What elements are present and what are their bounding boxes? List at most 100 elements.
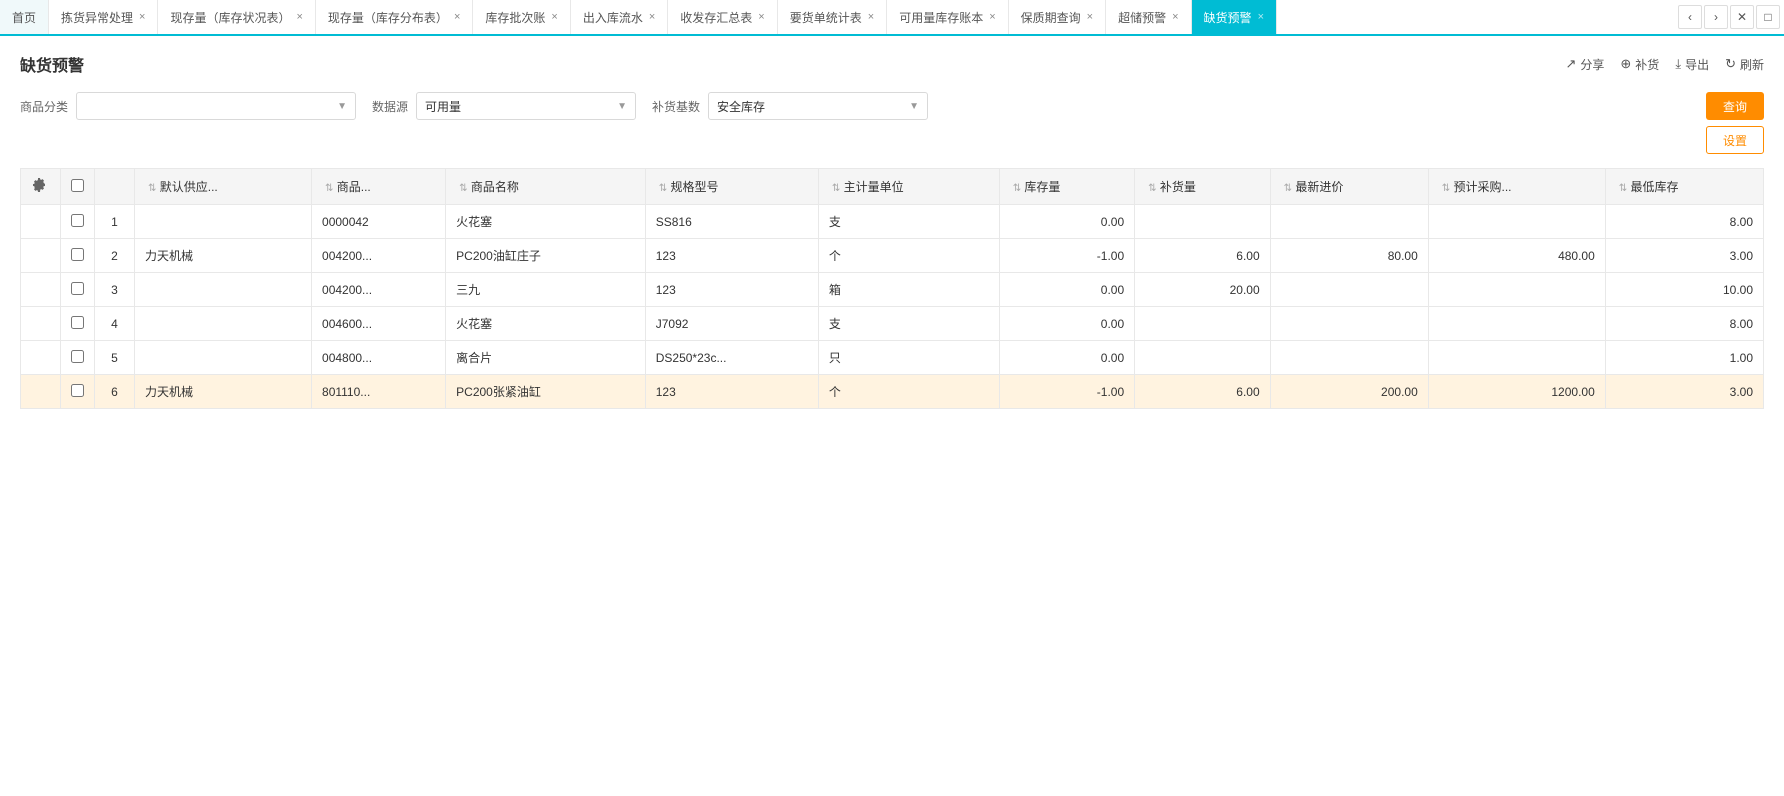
tab-expand-btn[interactable]: □ <box>1756 5 1780 29</box>
close-tab-10[interactable]: × <box>1172 11 1178 23</box>
close-tab-5[interactable]: × <box>649 11 655 23</box>
row-replenish-cell <box>1135 307 1270 341</box>
close-tab-2[interactable]: × <box>296 11 302 23</box>
select-all-checkbox[interactable] <box>71 179 84 192</box>
page-title: 缺货预警 <box>20 52 84 76</box>
refresh-button[interactable]: ↻ 刷新 <box>1725 56 1764 73</box>
row-latest-price-cell <box>1270 205 1428 239</box>
tab-batch-account[interactable]: 库存批次账 × <box>473 0 570 34</box>
row-latest-price-cell <box>1270 341 1428 375</box>
datasource-arrow-icon: ▼ <box>617 101 627 112</box>
tab-available-ledger[interactable]: 可用量库存账本 × <box>887 0 1008 34</box>
close-tab-4[interactable]: × <box>551 11 557 23</box>
tab-inventory-dist[interactable]: 现存量（库存分布表） × <box>316 0 473 34</box>
row-code-cell: 004800... <box>312 341 446 375</box>
close-tab-3[interactable]: × <box>454 11 460 23</box>
row-latest-price-cell: 80.00 <box>1270 239 1428 273</box>
query-button[interactable]: 查询 <box>1706 92 1764 120</box>
col-header-min-stock: ⇅ 最低库存 <box>1605 169 1763 205</box>
tab-shortage[interactable]: 缺货预警 × <box>1192 0 1277 34</box>
row-checkbox-2[interactable] <box>71 282 84 295</box>
share-button[interactable]: ↗ 分享 <box>1565 56 1604 73</box>
settings-button[interactable]: 设置 <box>1706 126 1764 154</box>
close-tab-1[interactable]: × <box>139 11 145 23</box>
row-name-cell: 三九 <box>446 273 646 307</box>
sort-replenish-icon[interactable]: ⇅ <box>1148 183 1156 194</box>
sort-supplier-icon[interactable]: ⇅ <box>148 183 156 194</box>
close-tab-11[interactable]: × <box>1258 11 1264 23</box>
tab-picking-exception[interactable]: 拣货异常处理 × <box>49 0 158 34</box>
row-checkbox-4[interactable] <box>71 350 84 363</box>
row-name-cell: PC200油缸庄子 <box>446 239 646 273</box>
row-supplier-cell <box>135 307 312 341</box>
row-stock-cell: -1.00 <box>999 375 1134 409</box>
close-tab-8[interactable]: × <box>989 11 995 23</box>
tab-overstock[interactable]: 超储预警 × <box>1106 0 1191 34</box>
replenish-button[interactable]: ⊕ 补货 <box>1620 56 1659 73</box>
close-tab-7[interactable]: × <box>868 11 874 23</box>
tab-next-btn[interactable]: › <box>1704 5 1728 29</box>
table-header-row: ⇅ 默认供应... ⇅ 商品... ⇅ 商品名称 ⇅ 规格型号 ⇅ 主计量单 <box>21 169 1764 205</box>
row-spec-cell: 123 <box>645 273 818 307</box>
close-tab-9[interactable]: × <box>1087 11 1093 23</box>
sort-est-icon[interactable]: ⇅ <box>1442 183 1450 194</box>
close-tab-6[interactable]: × <box>758 11 764 23</box>
tab-inout-flow[interactable]: 出入库流水 × <box>571 0 668 34</box>
replenish-value: 安全库存 <box>717 98 765 115</box>
row-est-purchase-cell: 1200.00 <box>1428 375 1605 409</box>
row-replenish-cell <box>1135 341 1270 375</box>
tab-home[interactable]: 首页 <box>0 0 49 34</box>
export-icon: ⤓ <box>1675 56 1681 72</box>
datasource-select[interactable]: 可用量 ▼ <box>416 92 636 120</box>
replenish-select[interactable]: 安全库存 ▼ <box>708 92 928 120</box>
datasource-value: 可用量 <box>425 98 461 115</box>
share-icon: ↗ <box>1565 56 1576 72</box>
datasource-label: 数据源 <box>372 98 408 115</box>
sort-min-icon[interactable]: ⇅ <box>1619 183 1627 194</box>
refresh-icon: ↻ <box>1725 56 1736 72</box>
row-spec-cell: 123 <box>645 375 818 409</box>
replenish-arrow-icon: ▼ <box>909 101 919 112</box>
tab-prev-btn[interactable]: ‹ <box>1678 5 1702 29</box>
col-header-est-purchase: ⇅ 预计采购... <box>1428 169 1605 205</box>
replenish-icon: ⊕ <box>1620 56 1631 72</box>
row-est-purchase-cell <box>1428 205 1605 239</box>
row-checkbox-1[interactable] <box>71 248 84 261</box>
datasource-filter-group: 数据源 可用量 ▼ <box>372 92 636 120</box>
export-button[interactable]: ⤓ 导出 <box>1675 56 1709 73</box>
sort-spec-icon[interactable]: ⇅ <box>659 183 667 194</box>
settings-gear-icon[interactable] <box>31 177 47 193</box>
table-row: 5 004800... 离合片 DS250*23c... 只 0.00 1.00 <box>21 341 1764 375</box>
row-unit-cell: 支 <box>818 307 999 341</box>
sort-code-icon[interactable]: ⇅ <box>325 183 333 194</box>
tab-summary[interactable]: 收发存汇总表 × <box>668 0 777 34</box>
sort-stock-icon[interactable]: ⇅ <box>1013 183 1021 194</box>
category-select[interactable]: ▼ <box>76 92 356 120</box>
sort-unit-icon[interactable]: ⇅ <box>832 183 840 194</box>
filter-action-group: 查询 设置 <box>1706 92 1764 154</box>
category-label: 商品分类 <box>20 98 68 115</box>
tab-close-all-btn[interactable]: ✕ <box>1730 5 1754 29</box>
tab-order-stat[interactable]: 要货单统计表 × <box>778 0 887 34</box>
sort-name-icon[interactable]: ⇅ <box>459 183 467 194</box>
row-unit-cell: 个 <box>818 239 999 273</box>
row-spec-cell: SS816 <box>645 205 818 239</box>
row-min-stock-cell: 1.00 <box>1605 341 1763 375</box>
table-body: 1 0000042 火花塞 SS816 支 0.00 8.00 2 力天机械 0… <box>21 205 1764 409</box>
tab-expiry[interactable]: 保质期查询 × <box>1009 0 1106 34</box>
row-checkbox-0[interactable] <box>71 214 84 227</box>
col-header-unit: ⇅ 主计量单位 <box>818 169 999 205</box>
row-checkbox-cell <box>61 375 95 409</box>
row-checkbox-3[interactable] <box>71 316 84 329</box>
row-checkbox-5[interactable] <box>71 384 84 397</box>
row-stock-cell: 0.00 <box>999 307 1134 341</box>
page-content: 缺货预警 ↗ 分享 ⊕ 补货 ⤓ 导出 ↻ 刷新 商品分类 <box>0 36 1784 796</box>
row-index-cell: 5 <box>95 341 135 375</box>
tab-inventory-status[interactable]: 现存量（库存状况表） × <box>158 0 315 34</box>
row-checkbox-cell <box>61 307 95 341</box>
tab-nav-controls: ‹ › ✕ □ <box>1674 5 1784 29</box>
row-index-cell: 3 <box>95 273 135 307</box>
sort-price-icon[interactable]: ⇅ <box>1284 183 1292 194</box>
row-index-cell: 2 <box>95 239 135 273</box>
row-replenish-cell: 6.00 <box>1135 239 1270 273</box>
